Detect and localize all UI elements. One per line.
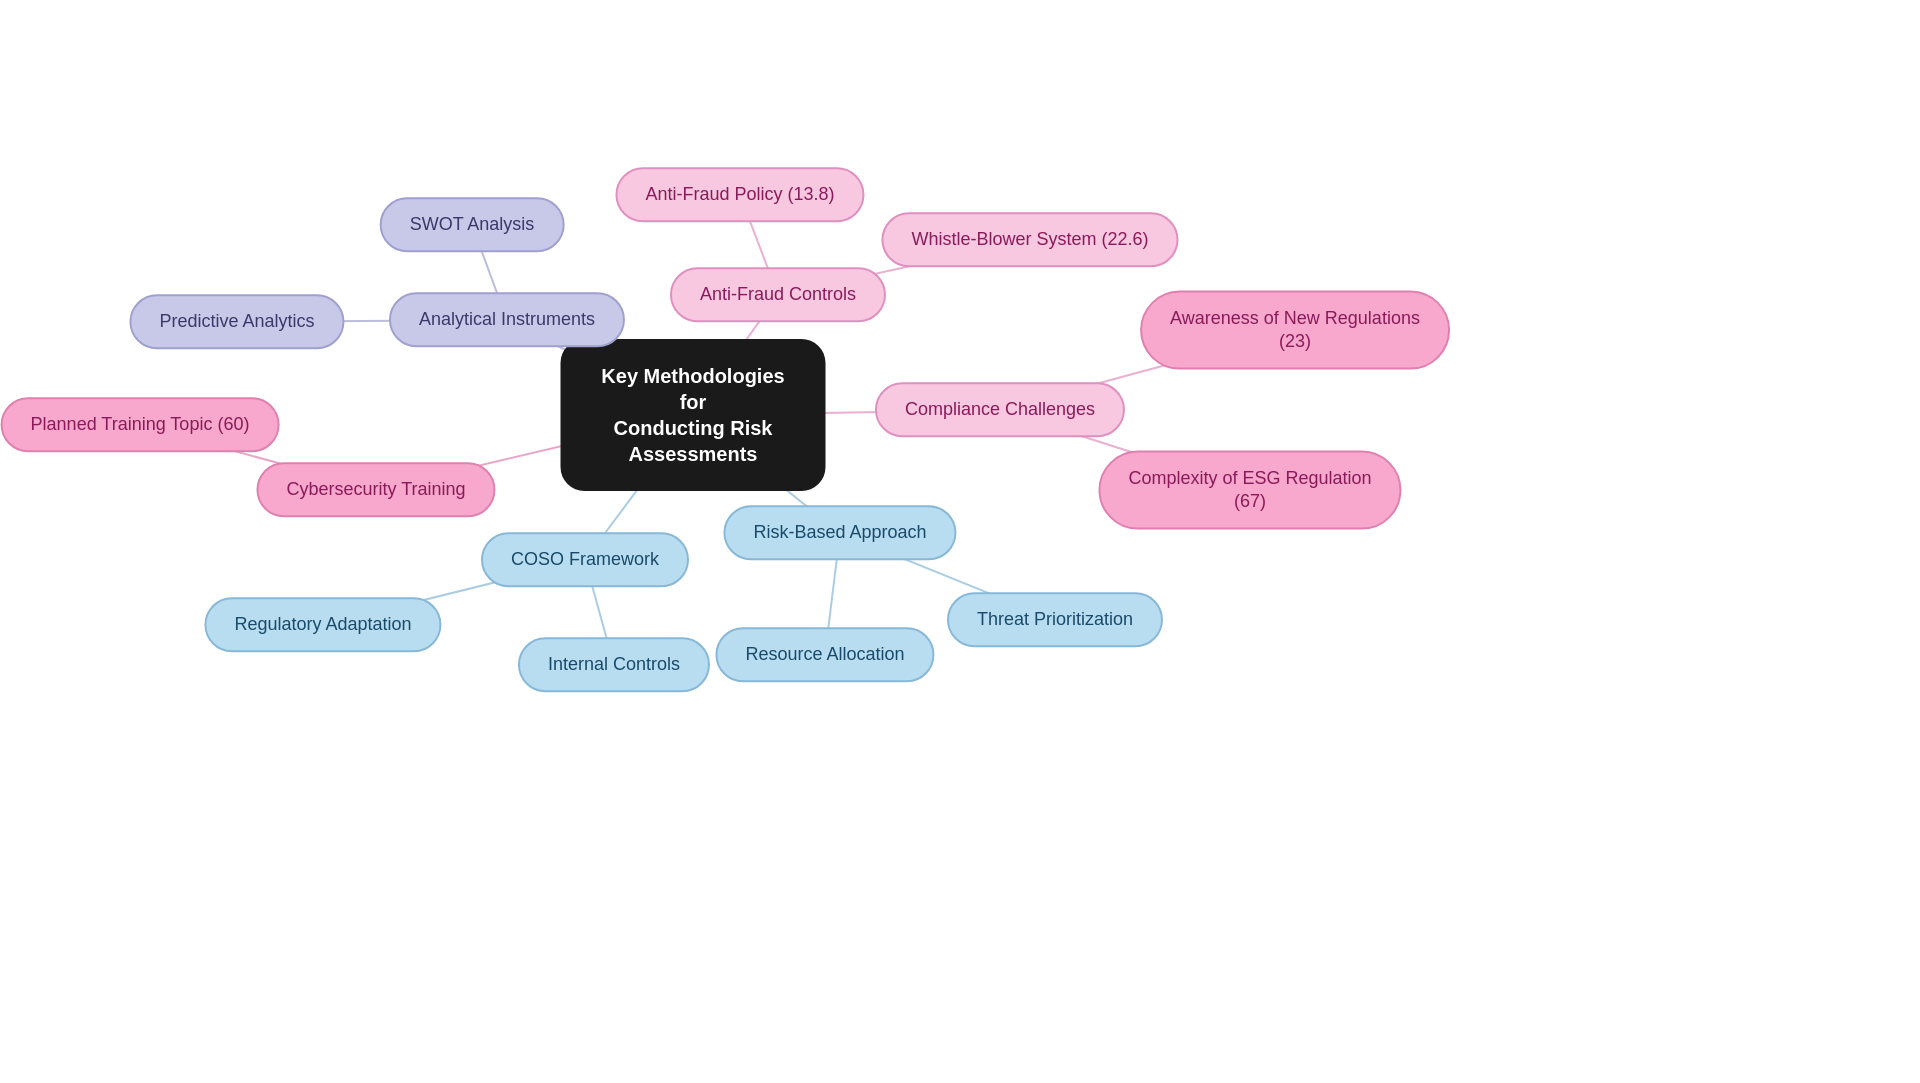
anti-fraud-controls-node: Anti-Fraud Controls [670,267,886,322]
risk-based-approach-node: Risk-Based Approach [723,505,956,560]
cybersecurity-training-node: Cybersecurity Training [256,462,495,517]
whistle-blower-node: Whistle-Blower System (22.6) [881,212,1178,267]
coso-framework-node: COSO Framework [481,532,689,587]
internal-controls-node: Internal Controls [518,637,710,692]
awareness-regulations-node: Awareness of New Regulations (23) [1140,291,1450,370]
anti-fraud-policy-node: Anti-Fraud Policy (13.8) [615,167,864,222]
threat-prioritization-node: Threat Prioritization [947,592,1163,647]
planned-training-node: Planned Training Topic (60) [1,397,280,452]
compliance-challenges-node: Compliance Challenges [875,382,1125,437]
complexity-esg-node: Complexity of ESG Regulation (67) [1098,451,1401,530]
center-node: Key Methodologies for Conducting Risk As… [561,339,826,491]
analytical-instruments-node: Analytical Instruments [389,292,625,347]
regulatory-adaptation-node: Regulatory Adaptation [204,597,441,652]
predictive-analytics-node: Predictive Analytics [129,294,344,349]
resource-allocation-node: Resource Allocation [715,627,934,682]
swot-analysis-node: SWOT Analysis [380,197,565,252]
